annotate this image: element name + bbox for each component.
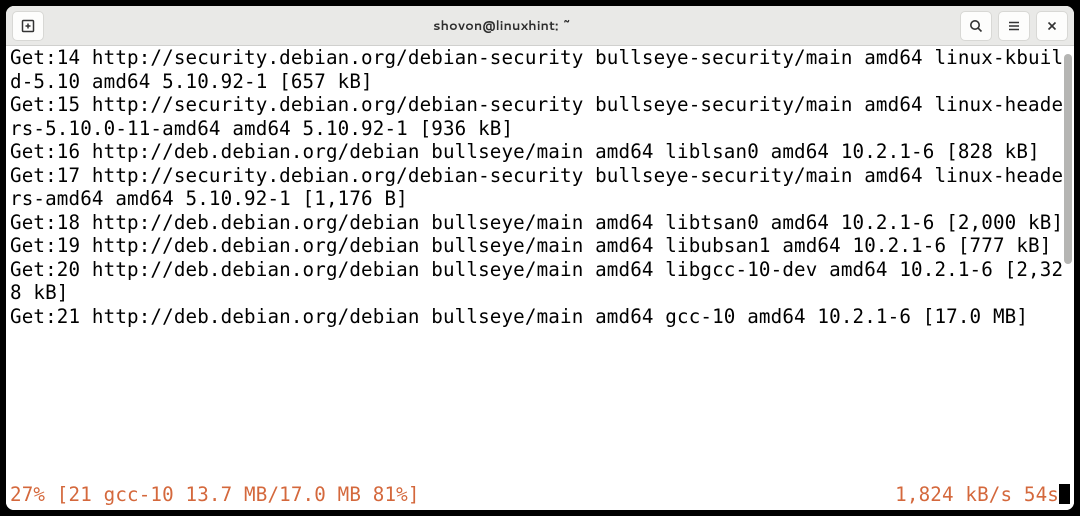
titlebar: shovon@linuxhint: ~ [6, 6, 1074, 46]
close-icon [1044, 18, 1060, 34]
search-button[interactable] [960, 11, 992, 41]
progress-speed: 1,824 kB/s 54s [895, 483, 1059, 507]
window-title: shovon@linuxhint: ~ [50, 17, 954, 35]
terminal-output: Get:14 http://security.debian.org/debian… [6, 46, 1074, 328]
menu-button[interactable] [998, 11, 1030, 41]
output-line: Get:18 http://deb.debian.org/debian bull… [10, 211, 1063, 234]
output-line: Get:14 http://security.debian.org/debian… [10, 46, 1063, 93]
output-line: Get:20 http://deb.debian.org/debian bull… [10, 258, 1063, 305]
new-tab-icon [20, 18, 36, 34]
terminal-area[interactable]: Get:14 http://security.debian.org/debian… [6, 46, 1074, 510]
scrollbar-thumb[interactable] [1064, 54, 1072, 264]
output-line: Get:16 http://deb.debian.org/debian bull… [10, 140, 1040, 163]
terminal-window: shovon@linuxhint: ~ [6, 6, 1074, 510]
scrollbar[interactable] [1064, 48, 1072, 508]
progress-right: 1,824 kB/s 54s [895, 483, 1070, 507]
close-button[interactable] [1036, 11, 1068, 41]
output-line: Get:21 http://deb.debian.org/debian bull… [10, 305, 1028, 328]
progress-line: 27% [21 gcc-10 13.7 MB/17.0 MB 81%] 1,82… [6, 483, 1074, 507]
new-tab-button[interactable] [12, 11, 44, 41]
output-line: Get:17 http://security.debian.org/debian… [10, 164, 1063, 211]
progress-left: 27% [21 gcc-10 13.7 MB/17.0 MB 81%] [10, 483, 420, 507]
search-icon [968, 18, 984, 34]
hamburger-icon [1006, 18, 1022, 34]
titlebar-right [960, 11, 1068, 41]
output-line: Get:19 http://deb.debian.org/debian bull… [10, 234, 1051, 257]
output-line: Get:15 http://security.debian.org/debian… [10, 93, 1063, 140]
